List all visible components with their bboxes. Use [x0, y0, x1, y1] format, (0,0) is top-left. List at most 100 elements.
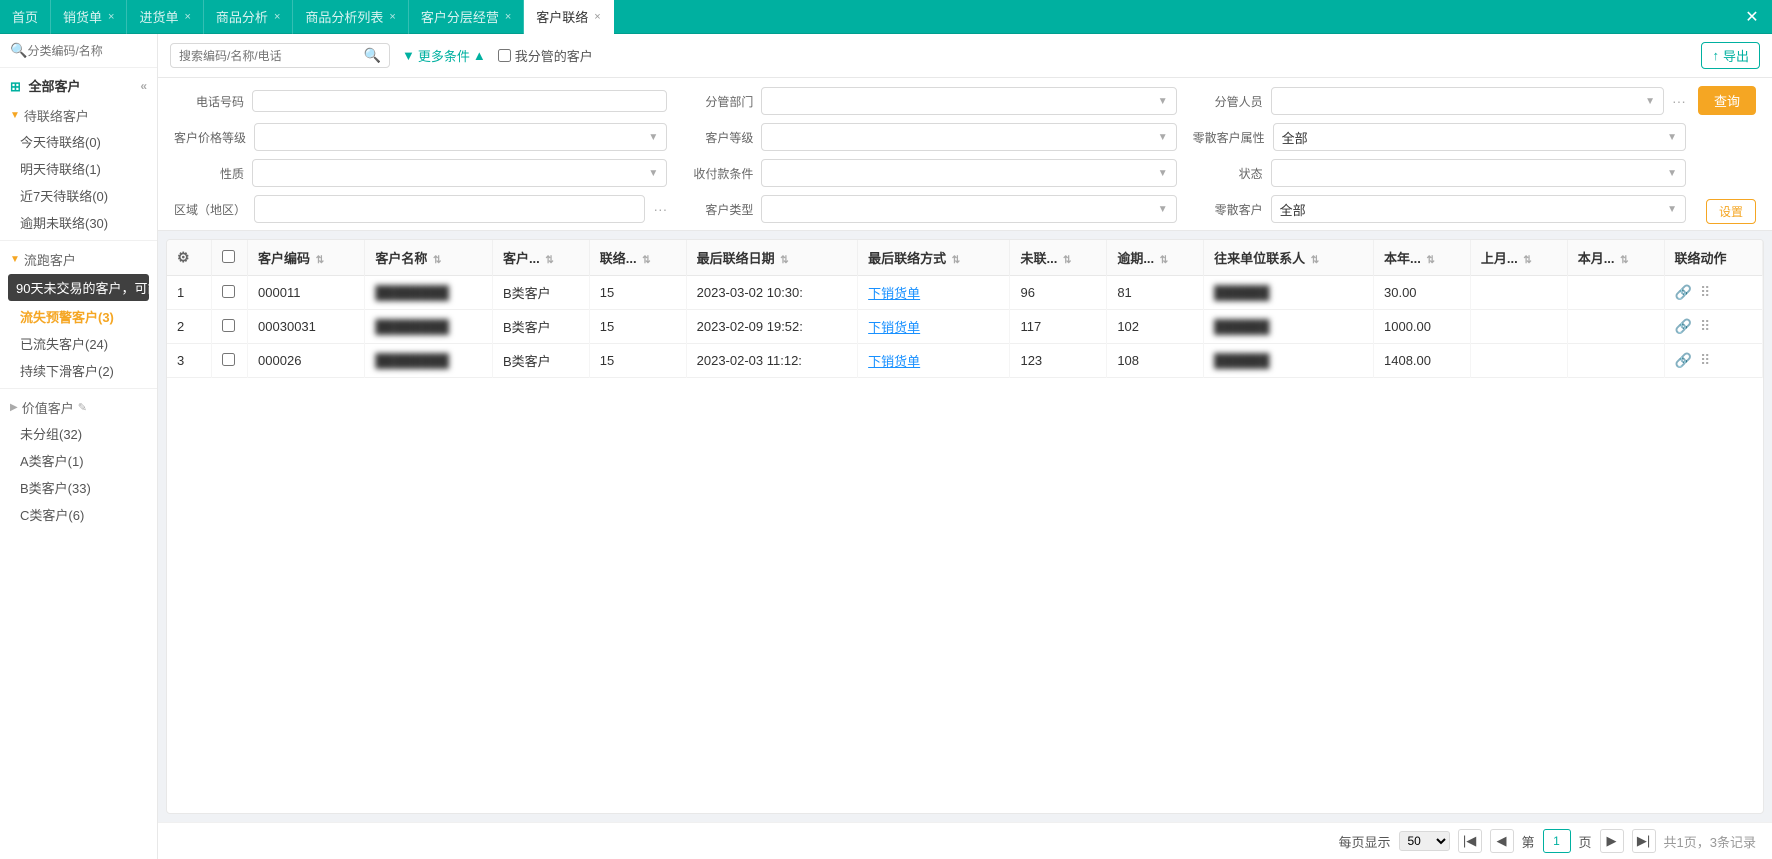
filter-row-phone: 电话号码	[174, 86, 667, 116]
table-row[interactable]: 2 00030031 ████████ B类客户 15 2023-02-09 1…	[167, 310, 1763, 344]
action-link-icon[interactable]: 🔗	[1675, 284, 1692, 301]
cell-last-contact-date: 2023-02-03 11:12:	[686, 344, 858, 378]
action-link-icon[interactable]: 🔗	[1675, 318, 1692, 335]
close-tab-product-analysis[interactable]: ×	[274, 11, 280, 23]
close-tab-product-analysis-list[interactable]: ×	[389, 11, 395, 23]
per-page-select[interactable]: 50 100 200	[1399, 831, 1450, 851]
filter-select-retail[interactable]: 全部 ▼	[1271, 195, 1686, 223]
filter-input-phone[interactable]	[252, 90, 667, 112]
close-tab-customer-layer[interactable]: ×	[505, 11, 511, 23]
my-customers-check[interactable]	[498, 49, 511, 62]
sidebar-item-overdue[interactable]: 逾期未联络(30)	[0, 209, 157, 236]
cell-contact: 15	[589, 310, 686, 344]
sidebar-search-input[interactable]	[27, 44, 158, 58]
cell-contact: 15	[589, 344, 686, 378]
table-row[interactable]: 3 000026 ████████ B类客户 15 2023-02-03 11:…	[167, 344, 1763, 378]
last-page-button[interactable]: ▶|	[1632, 829, 1656, 853]
sidebar-item-downtrend[interactable]: 持续下滑客户(2)	[0, 357, 157, 384]
filter-select-customer-level[interactable]: ▼	[761, 123, 1176, 151]
sidebar-item-unsorted[interactable]: 未分组(32)	[0, 420, 157, 447]
my-customers-checkbox[interactable]: 我分管的客户	[498, 46, 593, 65]
tab-product-analysis-list[interactable]: 商品分析列表 ×	[293, 0, 408, 34]
sidebar-group-churn[interactable]: ▼ 流跑客户	[0, 245, 157, 272]
filter-label-payment: 收付款条件	[683, 165, 753, 182]
sidebar-item-tomorrow[interactable]: 明天待联络(1)	[0, 155, 157, 182]
sidebar-item-already-churn[interactable]: 已流失客户(24)	[0, 330, 157, 357]
next-page-button[interactable]: ▶	[1600, 829, 1624, 853]
sidebar-item-churn-predict[interactable]: 流失预警客户(3)	[0, 303, 157, 330]
cell-overdue: 108	[1107, 344, 1204, 378]
edit-value-group-icon[interactable]: ✎	[78, 401, 87, 414]
row-checkbox[interactable]	[222, 319, 235, 332]
query-button[interactable]: 查询	[1698, 86, 1756, 115]
action-menu-icon[interactable]: ⠿	[1700, 318, 1710, 335]
sidebar-item-a-class[interactable]: A类客户(1)	[0, 447, 157, 474]
prev-page-button[interactable]: ◀	[1490, 829, 1514, 853]
tab-customer-contact[interactable]: 客户联络 ×	[524, 0, 613, 34]
filter-row-payment: 收付款条件 ▼	[683, 158, 1176, 188]
filter-search-input[interactable]	[179, 49, 364, 63]
row-checkbox[interactable]	[222, 285, 235, 298]
sort-code-icon: ⇅	[316, 255, 324, 266]
close-tab-sales[interactable]: ×	[108, 11, 114, 23]
filter-label-customer-level: 客户等级	[683, 129, 753, 146]
export-icon: ↑	[1712, 48, 1719, 63]
filter-select-region[interactable]	[254, 195, 645, 223]
filter-select-dept[interactable]: ▼	[761, 87, 1176, 115]
filter-label-retail: 零散客户	[1193, 201, 1263, 218]
action-menu-icon[interactable]: ⠿	[1700, 284, 1710, 301]
filter-select-payment[interactable]: ▼	[761, 159, 1176, 187]
filter-select-price-level[interactable]: ▼	[254, 123, 667, 151]
cell-index: 2	[167, 310, 212, 344]
filter-region-more[interactable]: ···	[653, 201, 667, 217]
action-link-icon[interactable]: 🔗	[1675, 352, 1692, 369]
sidebar-group-pending-contact[interactable]: ▼ 待联络客户	[0, 101, 157, 128]
sidebar-group-value[interactable]: ▶ 价值客户 ✎	[0, 393, 157, 420]
filter-select-nature[interactable]: ▼	[252, 159, 667, 187]
settings-button[interactable]: 设置	[1706, 199, 1756, 224]
filter-label-manager: 分管人员	[1193, 93, 1263, 110]
filter-select-retail-attr[interactable]: 全部 ▼	[1273, 123, 1686, 151]
filter-row-customer-level: 客户等级 ▼	[683, 122, 1176, 152]
cell-last-month	[1470, 310, 1567, 344]
cell-last-month	[1470, 344, 1567, 378]
filter-bar: 🔍 ▼ 更多条件 ▲ 我分管的客户 ↑ 导出	[158, 34, 1772, 78]
row-checkbox[interactable]	[222, 353, 235, 366]
gear-settings-icon[interactable]: ⚙	[177, 249, 190, 265]
dropdown-icon: ▼	[1158, 96, 1168, 107]
cell-this-year: 1000.00	[1374, 310, 1471, 344]
tab-purchase[interactable]: 进货单 ×	[127, 0, 203, 34]
sidebar-item-week[interactable]: 近7天待联络(0)	[0, 182, 157, 209]
export-button[interactable]: ↑ 导出	[1701, 42, 1760, 69]
sidebar-item-c-class[interactable]: C类客户(6)	[0, 501, 157, 528]
table-body: 1 000011 ████████ B类客户 15 2023-03-02 10:…	[167, 276, 1763, 378]
cell-index: 3	[167, 344, 212, 378]
sidebar-item-b-class[interactable]: B类客户(33)	[0, 474, 157, 501]
filter-more-conditions[interactable]: ▼ 更多条件 ▲	[402, 46, 486, 65]
tab-sales[interactable]: 销货单 ×	[51, 0, 127, 34]
action-menu-icon[interactable]: ⠿	[1700, 352, 1710, 369]
cell-last-contact-date: 2023-03-02 10:30:	[686, 276, 858, 310]
filter-select-customer-type[interactable]: ▼	[761, 195, 1176, 223]
cell-contact-person: ██████	[1204, 276, 1374, 310]
sidebar-item-today[interactable]: 今天待联络(0)	[0, 128, 157, 155]
first-page-button[interactable]: |◀	[1458, 829, 1482, 853]
th-this-year: 本年... ⇅	[1374, 240, 1471, 276]
filter-select-status[interactable]: ▼	[1271, 159, 1686, 187]
tab-product-analysis[interactable]: 商品分析 ×	[204, 0, 293, 34]
tab-customer-layer[interactable]: 客户分层经营 ×	[409, 0, 524, 34]
sort-this-month-icon: ⇅	[1620, 255, 1628, 266]
cell-action: 🔗 ⠿	[1664, 344, 1762, 378]
window-close-button[interactable]: ✕	[1732, 0, 1772, 34]
sidebar-all-customers[interactable]: ⊞ 全部客户 «	[0, 68, 157, 101]
select-all-checkbox[interactable]	[222, 250, 235, 263]
filter-more-icon[interactable]: ···	[1672, 93, 1686, 109]
close-tab-customer-contact[interactable]: ×	[594, 11, 600, 23]
tab-home[interactable]: 首页	[0, 0, 51, 34]
filter-search-icon[interactable]: 🔍	[364, 47, 381, 64]
filter-select-manager[interactable]: ▼	[1271, 87, 1664, 115]
close-tab-purchase[interactable]: ×	[184, 11, 190, 23]
table-row[interactable]: 1 000011 ████████ B类客户 15 2023-03-02 10:…	[167, 276, 1763, 310]
filter-row-region: 区域（地区） ···	[174, 194, 667, 224]
current-page-input[interactable]	[1543, 829, 1571, 853]
